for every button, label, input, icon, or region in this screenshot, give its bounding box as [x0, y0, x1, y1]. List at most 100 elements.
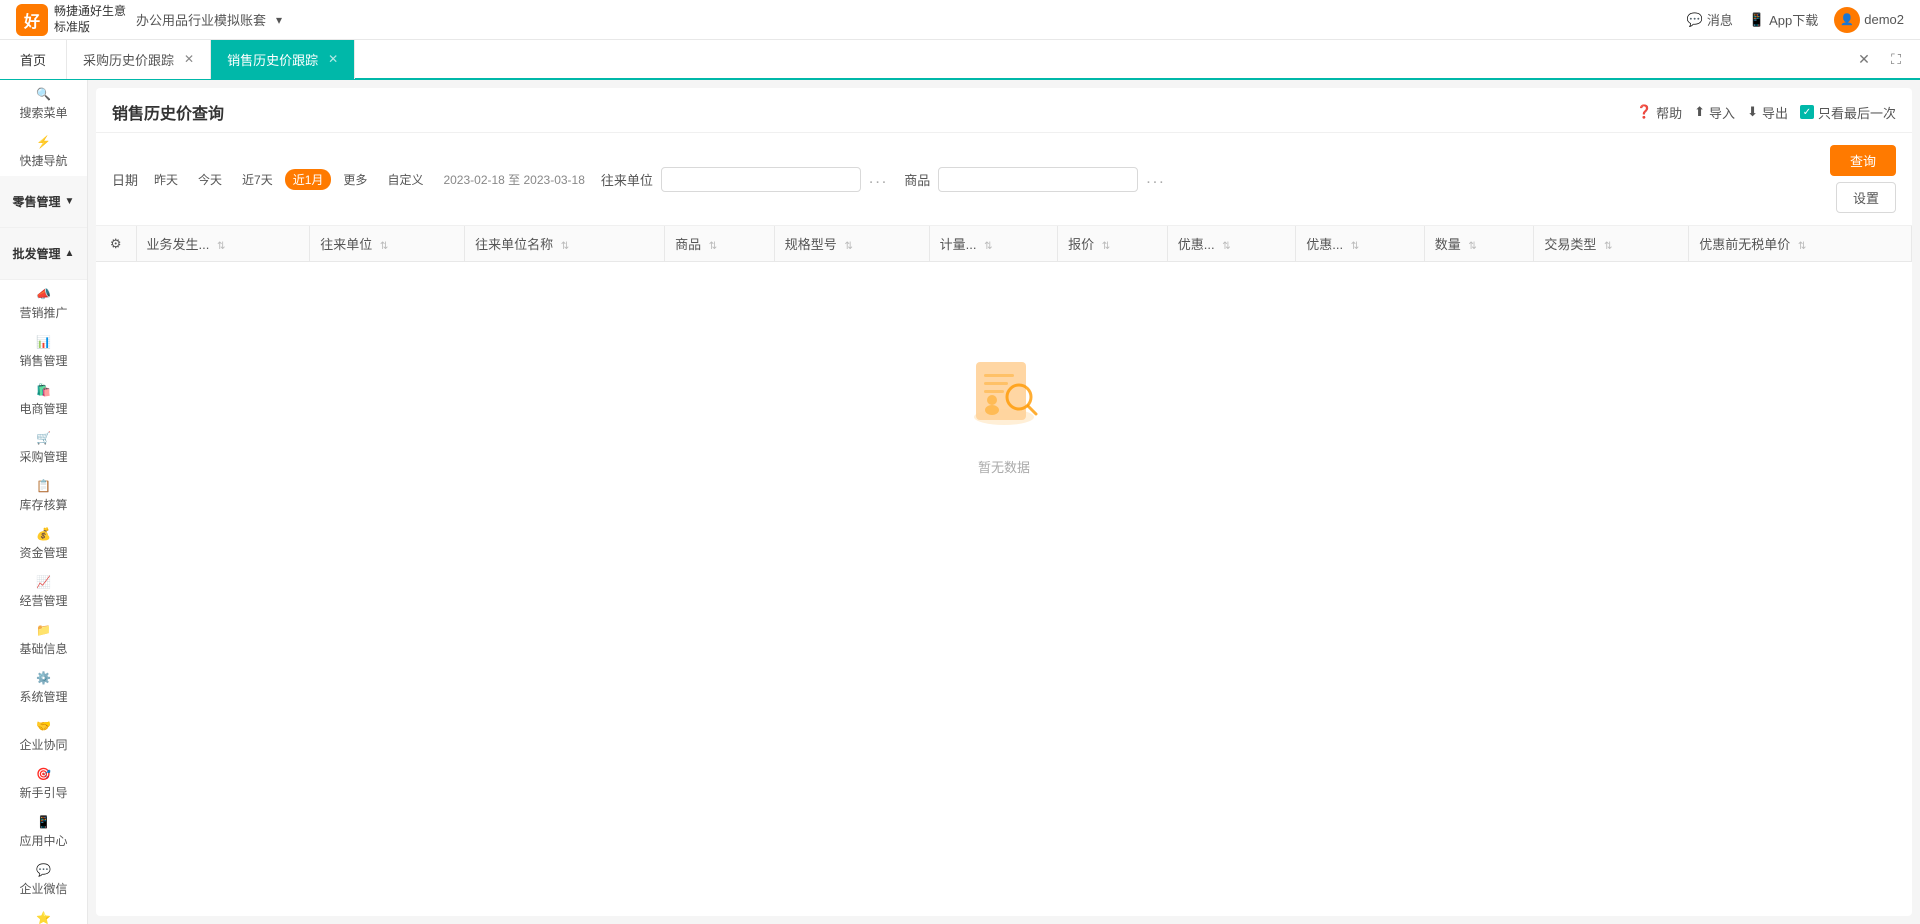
sidebar-item-search-menu[interactable]: 🔍 搜索菜单 [0, 80, 87, 128]
sidebar-item-ecommerce[interactable]: 🛍️ 电商管理 [0, 376, 87, 424]
newbie-icon: 🎯 [36, 767, 51, 781]
col-partner-code[interactable]: 往来单位 ⇅ [310, 226, 465, 262]
query-btn[interactable]: 查询 [1830, 145, 1896, 176]
tab-sales-history-close[interactable]: ✕ [328, 52, 338, 66]
topbar-left: 好 畅捷通好生意 标准版 办公用品行业模拟账套 ▾ [16, 4, 282, 36]
quick-nav-label: 快捷导航 [19, 152, 67, 169]
col-partner-code-label: 往来单位 [320, 237, 372, 252]
empty-illustration [954, 342, 1054, 445]
data-table: ⚙ 业务发生... ⇅ 往来单位 ⇅ 往来单位名称 [96, 226, 1912, 262]
sidebar-item-vip[interactable]: ⭐ 畅会员 [0, 904, 87, 924]
sidebar-item-finance[interactable]: 💰 资金管理 [0, 520, 87, 568]
tab-purchase-history-close[interactable]: ✕ [184, 52, 194, 66]
retail-mgmt-arrow: ▼ [65, 196, 75, 207]
sidebar-item-basic-info[interactable]: 📁 基础信息 [0, 616, 87, 664]
col-biz-date[interactable]: 业务发生... ⇅ [136, 226, 310, 262]
user-area[interactable]: 👤 demo2 [1834, 7, 1904, 33]
last-only-checkbox[interactable]: ✓ 只看最后一次 [1800, 103, 1896, 122]
page-title: 销售历史价查询 [112, 100, 224, 124]
app-download-btn[interactable]: 📱 App下载 [1749, 10, 1818, 29]
sales-mgmt-icon: 📊 [36, 335, 51, 349]
sort-arrows-qty: ⇅ [1468, 241, 1476, 252]
col-trade-type[interactable]: 交易类型 ⇅ [1534, 226, 1689, 262]
sidebar-item-sales-mgmt[interactable]: 📊 销售管理 [0, 328, 87, 376]
col-spec-label: 规格型号 [785, 237, 837, 252]
col-qty[interactable]: 数量 ⇅ [1424, 226, 1534, 262]
tabbar: 首页 采购历史价跟踪 ✕ 销售历史价跟踪 ✕ ✕ ⛶ [0, 40, 1920, 80]
sidebar-item-system[interactable]: ⚙️ 系统管理 [0, 664, 87, 712]
topbar-right: 💬 消息 📱 App下载 👤 demo2 [1687, 7, 1904, 33]
col-quote-label: 报价 [1068, 237, 1094, 252]
export-label: 导出 [1762, 103, 1788, 122]
help-btn[interactable]: ❓ 帮助 [1636, 103, 1682, 122]
operations-label: 经营管理 [19, 592, 67, 609]
message-btn[interactable]: 💬 消息 [1687, 10, 1733, 29]
sort-arrows-discount1: ⇅ [1222, 241, 1230, 252]
username: demo2 [1864, 12, 1904, 27]
system-label: 系统管理 [19, 688, 67, 705]
finance-label: 资金管理 [19, 544, 67, 561]
sidebar-item-enterprise-wechat[interactable]: 💬 企业微信 [0, 856, 87, 904]
date-tab-more[interactable]: 更多 [335, 169, 375, 190]
sidebar-item-app-center[interactable]: 📱 应用中心 [0, 808, 87, 856]
tab-home[interactable]: 首页 [0, 39, 67, 79]
col-discount1[interactable]: 优惠... ⇅ [1167, 226, 1295, 262]
expand-btn[interactable]: ⛶ [1884, 47, 1908, 71]
wholesale-mgmt-label: 批发管理 [13, 245, 61, 262]
col-qty-label: 数量 [1435, 237, 1461, 252]
date-tab-custom[interactable]: 自定义 [379, 169, 431, 190]
col-trade-type-label: 交易类型 [1544, 237, 1596, 252]
col-pre-tax-price[interactable]: 优惠前无税单价 ⇅ [1689, 226, 1912, 262]
sales-mgmt-label: 销售管理 [19, 352, 67, 369]
sidebar-item-retail-mgmt[interactable]: 零售管理 ▼ [0, 176, 87, 228]
sidebar-item-purchase-mgmt[interactable]: 🛒 采购管理 [0, 424, 87, 472]
date-tab-last1month[interactable]: 近1月 [285, 169, 332, 190]
partner-filter-group: 往来单位 ... [601, 167, 888, 192]
col-quote[interactable]: 报价 ⇅ [1058, 226, 1168, 262]
date-tab-yesterday[interactable]: 昨天 [146, 169, 186, 190]
goods-input[interactable] [938, 167, 1138, 192]
col-goods[interactable]: 商品 ⇅ [665, 226, 775, 262]
logo-area: 好 畅捷通好生意 标准版 [16, 4, 126, 36]
tab-sales-history[interactable]: 销售历史价跟踪 ✕ [211, 39, 355, 79]
sidebar-item-newbie[interactable]: 🎯 新手引导 [0, 760, 87, 808]
col-settings[interactable]: ⚙ [96, 226, 136, 262]
import-btn[interactable]: ⬆ 导入 [1694, 103, 1735, 122]
enterprise-coop-label: 企业协同 [19, 736, 67, 753]
sidebar-item-operations[interactable]: 📈 经营管理 [0, 568, 87, 616]
col-spec[interactable]: 规格型号 ⇅ [774, 226, 929, 262]
empty-svg [954, 342, 1054, 442]
col-partner-name[interactable]: 往来单位名称 ⇅ [465, 226, 665, 262]
breadcrumb-dropdown[interactable]: ▾ [276, 13, 282, 27]
col-unit[interactable]: 计量... ⇅ [929, 226, 1057, 262]
logo-icon: 好 [16, 4, 48, 36]
col-discount2[interactable]: 优惠... ⇅ [1296, 226, 1424, 262]
date-tab-today[interactable]: 今天 [190, 169, 230, 190]
page-header: 销售历史价查询 ❓ 帮助 ⬆ 导入 ⬇ 导出 ✓ [96, 88, 1912, 133]
sort-arrows-partner-code: ⇅ [380, 241, 388, 252]
sidebar-item-enterprise-coop[interactable]: 🤝 企业协同 [0, 712, 87, 760]
goods-filter-group: 商品 ... [904, 167, 1165, 192]
date-tab-last7days[interactable]: 近7天 [234, 169, 281, 190]
sidebar-item-quick-nav[interactable]: ⚡ 快捷导航 [0, 128, 87, 176]
tab-home-label: 首页 [20, 50, 46, 69]
date-range-display: 2023-02-18 至 2023-03-18 [443, 171, 584, 188]
settings-btn[interactable]: 设置 [1836, 182, 1896, 213]
partner-input[interactable] [661, 167, 861, 192]
sort-arrows-partner-name: ⇅ [561, 241, 569, 252]
help-label: 帮助 [1656, 103, 1682, 122]
enterprise-wechat-icon: 💬 [36, 863, 51, 877]
export-btn[interactable]: ⬇ 导出 [1747, 103, 1788, 122]
close-window-btn[interactable]: ✕ [1852, 47, 1876, 71]
sort-arrows-quote: ⇅ [1102, 241, 1110, 252]
app-download-icon: 📱 [1749, 12, 1765, 28]
sort-arrows-pre-tax-price: ⇅ [1798, 241, 1806, 252]
sidebar-item-marketing[interactable]: 📣 营销推广 [0, 280, 87, 328]
col-partner-name-label: 往来单位名称 [475, 237, 553, 252]
app-download-label: App下载 [1769, 10, 1818, 29]
sidebar-item-inventory[interactable]: 📋 库存核算 [0, 472, 87, 520]
sidebar-item-wholesale-mgmt[interactable]: 批发管理 ▲ [0, 228, 87, 280]
tabbar-actions: ✕ ⛶ [1852, 47, 1920, 71]
goods-label: 商品 [904, 170, 930, 189]
tab-purchase-history[interactable]: 采购历史价跟踪 ✕ [67, 39, 211, 79]
